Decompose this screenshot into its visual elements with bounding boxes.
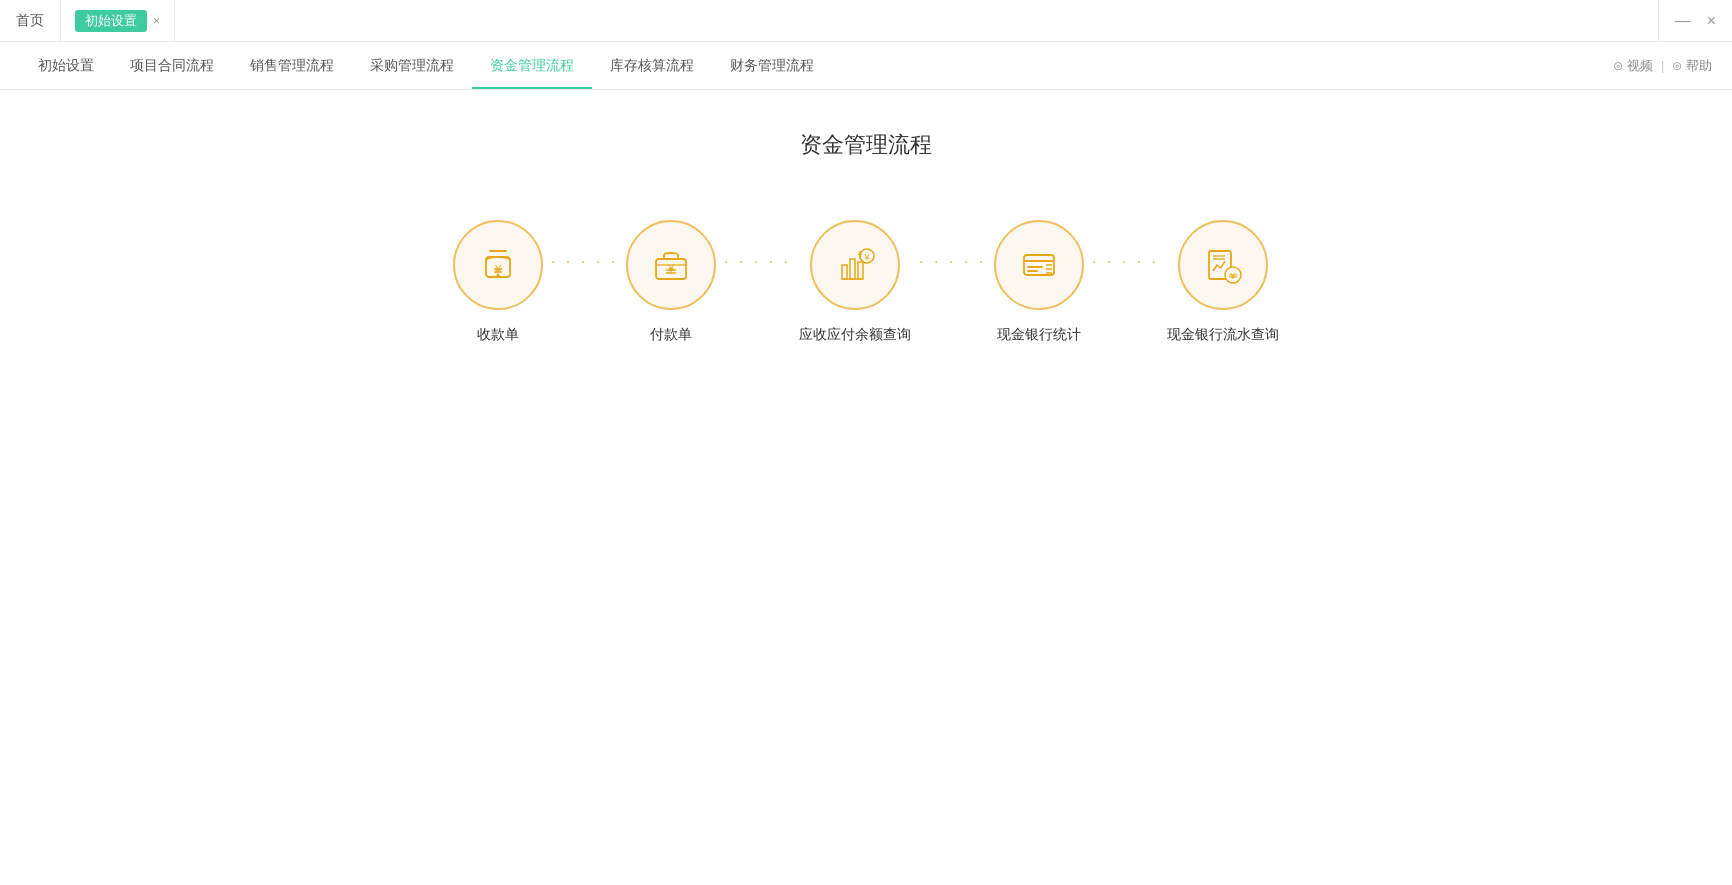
main-content: 资金管理流程 ¥ 收款单 · · · · · bbox=[0, 90, 1732, 344]
receipt-icon: ¥ bbox=[476, 243, 520, 287]
nav-divider: | bbox=[1661, 58, 1664, 73]
flow-item-receipt[interactable]: ¥ 收款单 bbox=[453, 220, 543, 344]
connector-1: · · · · · bbox=[551, 253, 618, 271]
flow-item-balance[interactable]: ¥ 应收应付余额查询 bbox=[799, 220, 911, 344]
nav-item-sales[interactable]: 销售管理流程 bbox=[232, 42, 352, 89]
flow-item-payment[interactable]: ¥ 付款单 bbox=[626, 220, 716, 344]
receipt-icon-wrap: ¥ bbox=[453, 220, 543, 310]
nav-right: ⊙ 视频 | ⊙ 帮助 bbox=[1613, 57, 1712, 75]
connector-4: · · · · · bbox=[1092, 253, 1159, 271]
nav-item-initial[interactable]: 初始设置 bbox=[20, 42, 112, 89]
home-tab[interactable]: 首页 bbox=[0, 0, 60, 41]
page-title: 资金管理流程 bbox=[800, 130, 932, 160]
bank-stat-icon-wrap bbox=[994, 220, 1084, 310]
svg-rect-4 bbox=[842, 265, 847, 279]
svg-text:¥: ¥ bbox=[1230, 271, 1237, 281]
payment-icon: ¥ bbox=[649, 243, 693, 287]
payment-icon-wrap: ¥ bbox=[626, 220, 716, 310]
svg-text:¥: ¥ bbox=[863, 252, 870, 262]
balance-label: 应收应付余额查询 bbox=[799, 326, 911, 344]
nav-item-project[interactable]: 项目合同流程 bbox=[112, 42, 232, 89]
nav-item-finance[interactable]: 资金管理流程 bbox=[472, 42, 592, 89]
receipt-label: 收款单 bbox=[477, 326, 519, 344]
balance-icon-wrap: ¥ bbox=[810, 220, 900, 310]
svg-rect-6 bbox=[858, 262, 863, 279]
tab-close-icon[interactable]: × bbox=[153, 15, 160, 27]
bank-flow-label: 现金银行流水查询 bbox=[1167, 326, 1279, 344]
flow-item-bankflow[interactable]: ¥ 现金银行流水查询 bbox=[1167, 220, 1279, 344]
bank-flow-icon-wrap: ¥ bbox=[1178, 220, 1268, 310]
bank-stat-label: 现金银行统计 bbox=[997, 326, 1081, 344]
active-tab-label: 初始设置 bbox=[75, 10, 147, 32]
flow-item-bankstat[interactable]: 现金银行统计 bbox=[994, 220, 1084, 344]
nav-item-inventory[interactable]: 库存核算流程 bbox=[592, 42, 712, 89]
video-link[interactable]: ⊙ 视频 bbox=[1613, 57, 1653, 75]
nav-item-purchase[interactable]: 采购管理流程 bbox=[352, 42, 472, 89]
minimize-button[interactable]: — bbox=[1671, 12, 1695, 30]
connector-2: · · · · · bbox=[724, 253, 791, 271]
nav-item-accounting[interactable]: 财务管理流程 bbox=[712, 42, 832, 89]
window-controls: — × bbox=[1658, 0, 1732, 41]
close-button[interactable]: × bbox=[1703, 12, 1720, 30]
svg-text:¥: ¥ bbox=[667, 262, 675, 276]
bank-flow-icon: ¥ bbox=[1201, 243, 1245, 287]
flow-container: ¥ 收款单 · · · · · ¥ bbox=[453, 220, 1279, 344]
nav-bar: 初始设置 项目合同流程 销售管理流程 采购管理流程 资金管理流程 库存核算流程 … bbox=[0, 42, 1732, 90]
home-label: 首页 bbox=[16, 12, 44, 30]
connector-3: · · · · · bbox=[919, 253, 986, 271]
svg-rect-5 bbox=[850, 259, 855, 279]
payment-label: 付款单 bbox=[650, 326, 692, 344]
active-tab[interactable]: 初始设置 × bbox=[60, 0, 175, 41]
top-bar: 首页 初始设置 × — × bbox=[0, 0, 1732, 42]
help-link[interactable]: ⊙ 帮助 bbox=[1672, 57, 1712, 75]
bank-stat-icon bbox=[1017, 243, 1061, 287]
balance-icon: ¥ bbox=[833, 243, 877, 287]
